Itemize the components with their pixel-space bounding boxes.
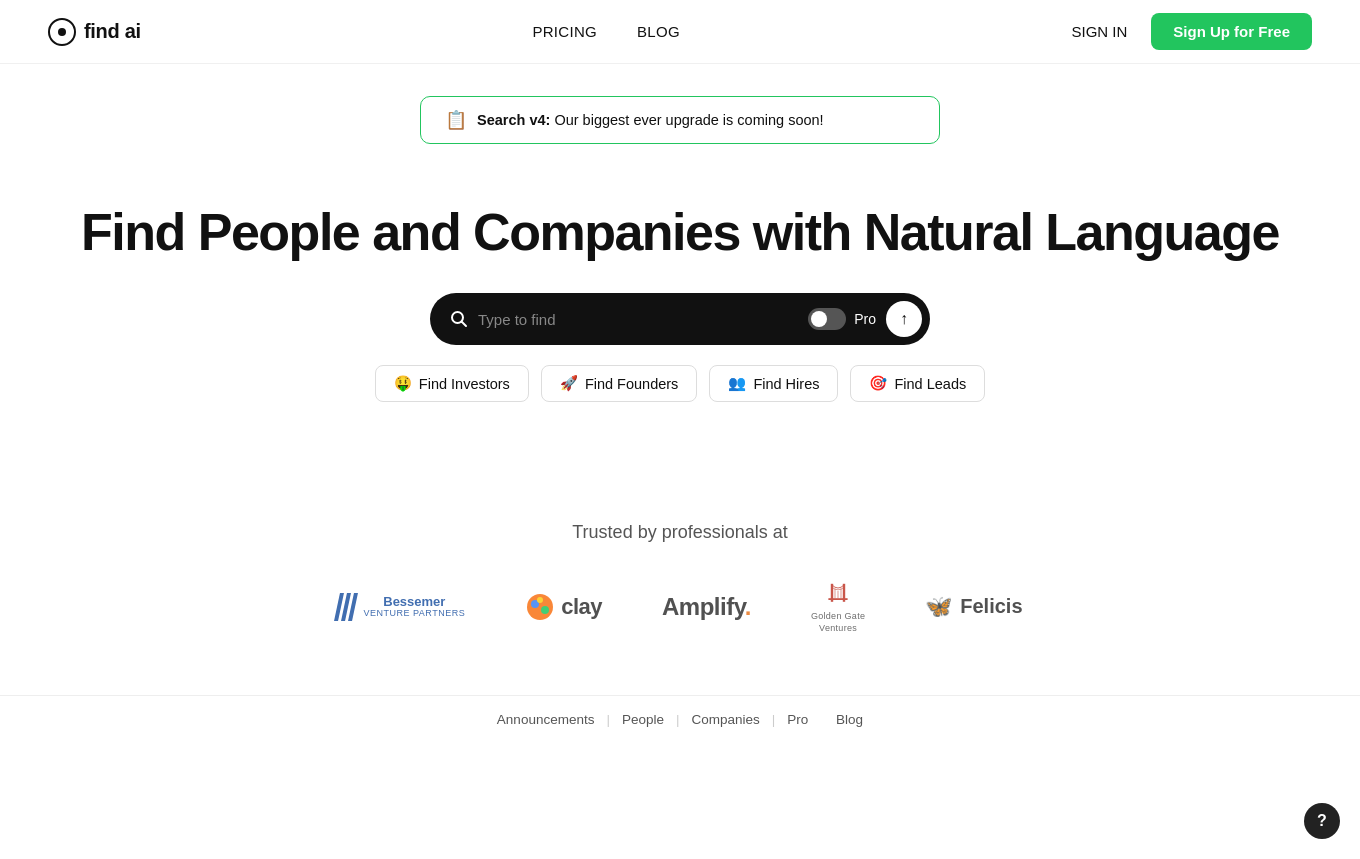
footer-sep-4	[820, 712, 824, 727]
felicis-icon: 🦋	[925, 594, 952, 620]
footer-pro[interactable]: Pro	[787, 712, 808, 727]
ggv-name: Golden GateVentures	[811, 611, 865, 634]
search-input[interactable]	[478, 311, 798, 328]
investors-label: Find Investors	[419, 376, 510, 392]
svg-rect-11	[828, 598, 847, 600]
filter-founders[interactable]: 🚀 Find Founders	[541, 365, 698, 402]
footer-companies[interactable]: Companies	[692, 712, 760, 727]
leads-emoji: 🎯	[869, 375, 887, 392]
help-button[interactable]: ?	[1304, 803, 1340, 839]
trusted-section: Trusted by professionals at Bessemer VEN…	[0, 522, 1360, 694]
hero-section: Find People and Companies with Natural L…	[0, 204, 1360, 402]
signin-button[interactable]: SIGN IN	[1071, 23, 1127, 40]
founders-label: Find Founders	[585, 376, 679, 392]
logo-icon	[48, 18, 76, 46]
logo-text: find ai	[84, 20, 141, 43]
header-actions: SIGN IN Sign Up for Free	[1071, 13, 1312, 50]
site-footer: Announcements | People | Companies | Pro…	[0, 695, 1360, 743]
submit-arrow-icon: ↑	[900, 310, 908, 328]
investors-emoji: 🤑	[394, 375, 412, 392]
pro-toggle[interactable]	[808, 308, 846, 330]
footer-blog[interactable]: Blog	[836, 712, 863, 727]
bessemer-slashes-icon	[337, 593, 355, 621]
bessemer-logo: Bessemer VENTURE PARTNERS	[337, 593, 465, 621]
footer-sep-1: |	[606, 712, 610, 727]
footer-sep-2: |	[676, 712, 680, 727]
clay-name: clay	[561, 594, 602, 620]
clay-logo: clay	[525, 592, 602, 622]
announcement-banner: 📋 Search v4: Our biggest ever upgrade is…	[420, 96, 940, 144]
hires-label: Find Hires	[753, 376, 819, 392]
banner-icon: 📋	[445, 109, 467, 131]
search-bar: Pro ↑	[430, 293, 930, 345]
bessemer-name: Bessemer	[363, 595, 465, 609]
signup-button[interactable]: Sign Up for Free	[1151, 13, 1312, 50]
hires-emoji: 👥	[728, 375, 746, 392]
partner-logos: Bessemer VENTURE PARTNERS clay Amplify.	[0, 579, 1360, 634]
amplify-logo: Amplify.	[662, 593, 751, 621]
filter-hires[interactable]: 👥 Find Hires	[709, 365, 838, 402]
toggle-thumb	[811, 311, 827, 327]
footer-sep-3: |	[772, 712, 776, 727]
footer-announcements[interactable]: Announcements	[497, 712, 595, 727]
banner-text: Search v4: Our biggest ever upgrade is c…	[477, 112, 824, 128]
hero-title: Find People and Companies with Natural L…	[20, 204, 1340, 261]
svg-point-5	[537, 597, 543, 603]
logo[interactable]: find ai	[48, 18, 141, 46]
nav-pricing[interactable]: PRICING	[532, 23, 597, 40]
quick-filters: 🤑 Find Investors 🚀 Find Founders 👥 Find …	[20, 365, 1340, 402]
main-nav: PRICING BLOG	[532, 23, 680, 40]
footer-links: Announcements | People | Companies | Pro…	[0, 712, 1360, 727]
bessemer-sub: VENTURE PARTNERS	[363, 609, 465, 619]
svg-point-4	[541, 606, 549, 614]
nav-blog[interactable]: BLOG	[637, 23, 680, 40]
founders-emoji: 🚀	[560, 375, 578, 392]
search-icon	[450, 310, 468, 328]
svg-line-1	[462, 322, 467, 327]
search-submit-button[interactable]: ↑	[886, 301, 922, 337]
leads-label: Find Leads	[894, 376, 966, 392]
site-header: find ai PRICING BLOG SIGN IN Sign Up for…	[0, 0, 1360, 64]
pro-toggle-wrap: Pro	[808, 308, 876, 330]
filter-leads[interactable]: 🎯 Find Leads	[850, 365, 985, 402]
trusted-title: Trusted by professionals at	[0, 522, 1360, 543]
felicis-name: Felicis	[960, 595, 1022, 618]
golden-gate-ventures-logo: Golden GateVentures	[811, 579, 865, 634]
amplify-name: Amplify.	[662, 593, 751, 621]
ggv-bridge-icon	[820, 579, 856, 603]
pro-label: Pro	[854, 311, 876, 327]
footer-people[interactable]: People	[622, 712, 664, 727]
felicis-logo: 🦋 Felicis	[925, 594, 1022, 620]
clay-icon	[525, 592, 555, 622]
filter-investors[interactable]: 🤑 Find Investors	[375, 365, 529, 402]
